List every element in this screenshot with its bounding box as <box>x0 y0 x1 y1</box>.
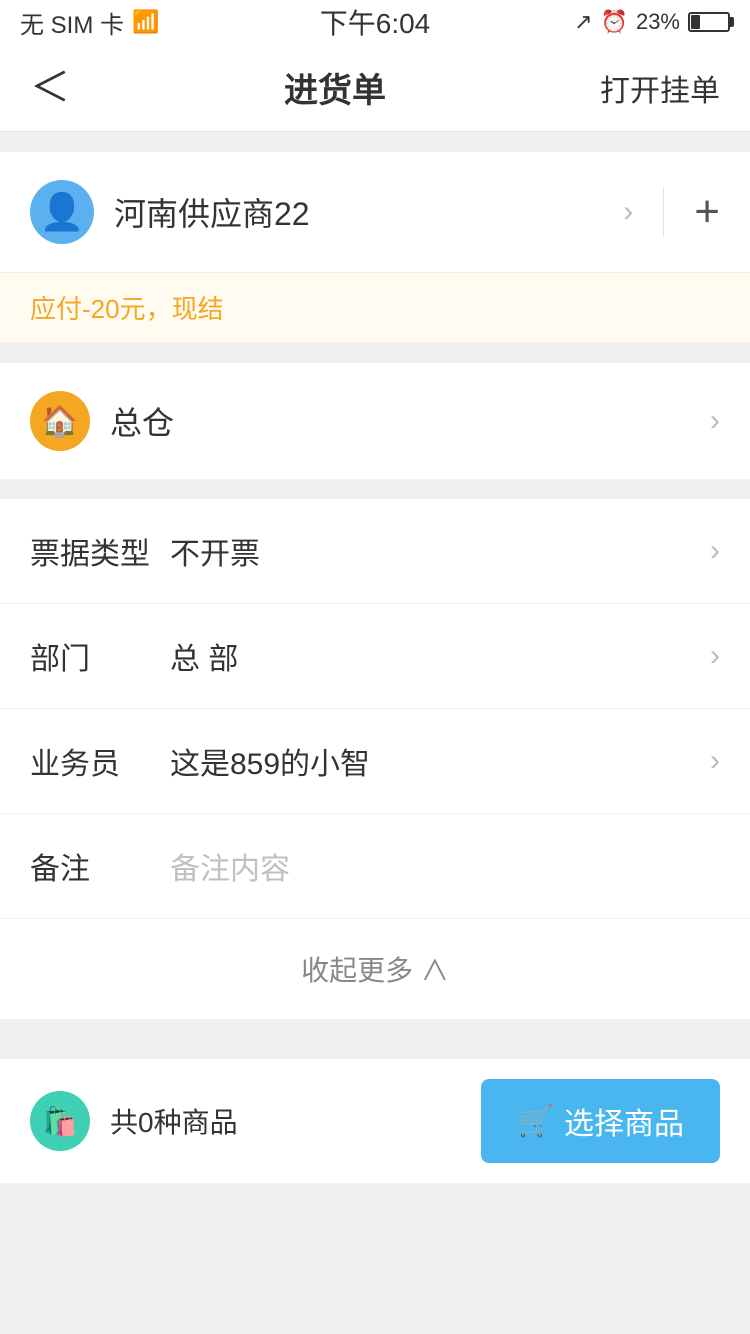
warehouse-row[interactable]: 🏠 总仓 › <box>0 363 750 479</box>
dept-label: 部门 <box>30 634 170 678</box>
alarm-icon: ⏰ <box>601 9 628 35</box>
supplier-chevron-icon: › <box>623 195 633 229</box>
collapse-label: 收起更多 ∧ <box>301 949 449 989</box>
dept-value: 总 部 <box>170 634 710 678</box>
bill-type-chevron-icon: › <box>710 534 720 568</box>
vertical-divider <box>663 187 664 237</box>
status-bar: 无 SIM 卡 📶 下午6:04 ↗ ⏰ 23% <box>0 0 750 44</box>
section-gap-1 <box>0 132 750 152</box>
supplier-row[interactable]: 👤 河南供应商22 › + <box>0 152 750 272</box>
salesman-value: 这是859的小智 <box>170 739 710 783</box>
bill-type-label: 票据类型 <box>30 529 170 573</box>
back-button[interactable]: ＜ <box>30 68 70 108</box>
bill-type-value: 不开票 <box>170 529 710 573</box>
section-gap-4 <box>0 1019 750 1039</box>
dept-row[interactable]: 部门 总 部 › <box>0 604 750 709</box>
salesman-chevron-icon: › <box>710 744 720 778</box>
status-time: 下午6:04 <box>320 2 431 42</box>
add-supplier-button[interactable]: + <box>694 190 720 234</box>
section-gap-2 <box>0 343 750 363</box>
remark-row[interactable]: 备注 备注内容 <box>0 814 750 919</box>
battery-icon <box>688 12 730 32</box>
status-right: ↗ ⏰ 23% <box>574 9 730 35</box>
section-gap-3 <box>0 479 750 499</box>
goods-icon: 🛍️ <box>43 1105 78 1138</box>
remark-placeholder: 备注内容 <box>170 844 720 888</box>
notice-bar: 应付-20元，现结 <box>0 272 750 343</box>
goods-count: 共0种商品 <box>110 1101 481 1141</box>
supplier-name: 河南供应商22 <box>114 189 623 235</box>
open-pending-button[interactable]: 打开挂单 <box>600 66 720 110</box>
bottom-bar: 🛍️ 共0种商品 🛒 选择商品 <box>0 1059 750 1183</box>
collapse-row[interactable]: 收起更多 ∧ <box>0 919 750 1019</box>
warehouse-icon-wrap: 🏠 <box>30 391 90 451</box>
warehouse-label: 总仓 <box>110 398 710 444</box>
bill-type-row[interactable]: 票据类型 不开票 › <box>0 499 750 604</box>
salesman-row[interactable]: 业务员 这是859的小智 › <box>0 709 750 814</box>
salesman-label: 业务员 <box>30 739 170 783</box>
select-goods-label: 选择商品 <box>564 1099 684 1143</box>
supplier-card: 👤 河南供应商22 › + 应付-20元，现结 <box>0 152 750 343</box>
battery-percent: 23% <box>636 9 680 35</box>
goods-icon-wrap: 🛍️ <box>30 1091 90 1151</box>
select-goods-button[interactable]: 🛒 选择商品 <box>481 1079 720 1163</box>
nav-bar: ＜ 进货单 打开挂单 <box>0 44 750 132</box>
notice-text: 应付-20元，现结 <box>30 294 224 324</box>
carrier-text: 无 SIM 卡 <box>20 5 124 40</box>
location-icon: ↗ <box>574 9 592 35</box>
status-left: 无 SIM 卡 📶 <box>20 5 159 40</box>
avatar-icon: 👤 <box>40 191 85 233</box>
select-goods-icon: 🛒 <box>517 1104 554 1139</box>
supplier-avatar: 👤 <box>30 180 94 244</box>
wifi-icon: 📶 <box>132 9 159 35</box>
dept-chevron-icon: › <box>710 639 720 673</box>
remark-label: 备注 <box>30 844 170 888</box>
warehouse-chevron-icon: › <box>710 404 720 438</box>
page-title: 进货单 <box>284 63 386 112</box>
form-section: 票据类型 不开票 › 部门 总 部 › 业务员 这是859的小智 › 备注 备注… <box>0 499 750 1019</box>
warehouse-card: 🏠 总仓 › <box>0 363 750 479</box>
warehouse-icon: 🏠 <box>41 404 78 439</box>
